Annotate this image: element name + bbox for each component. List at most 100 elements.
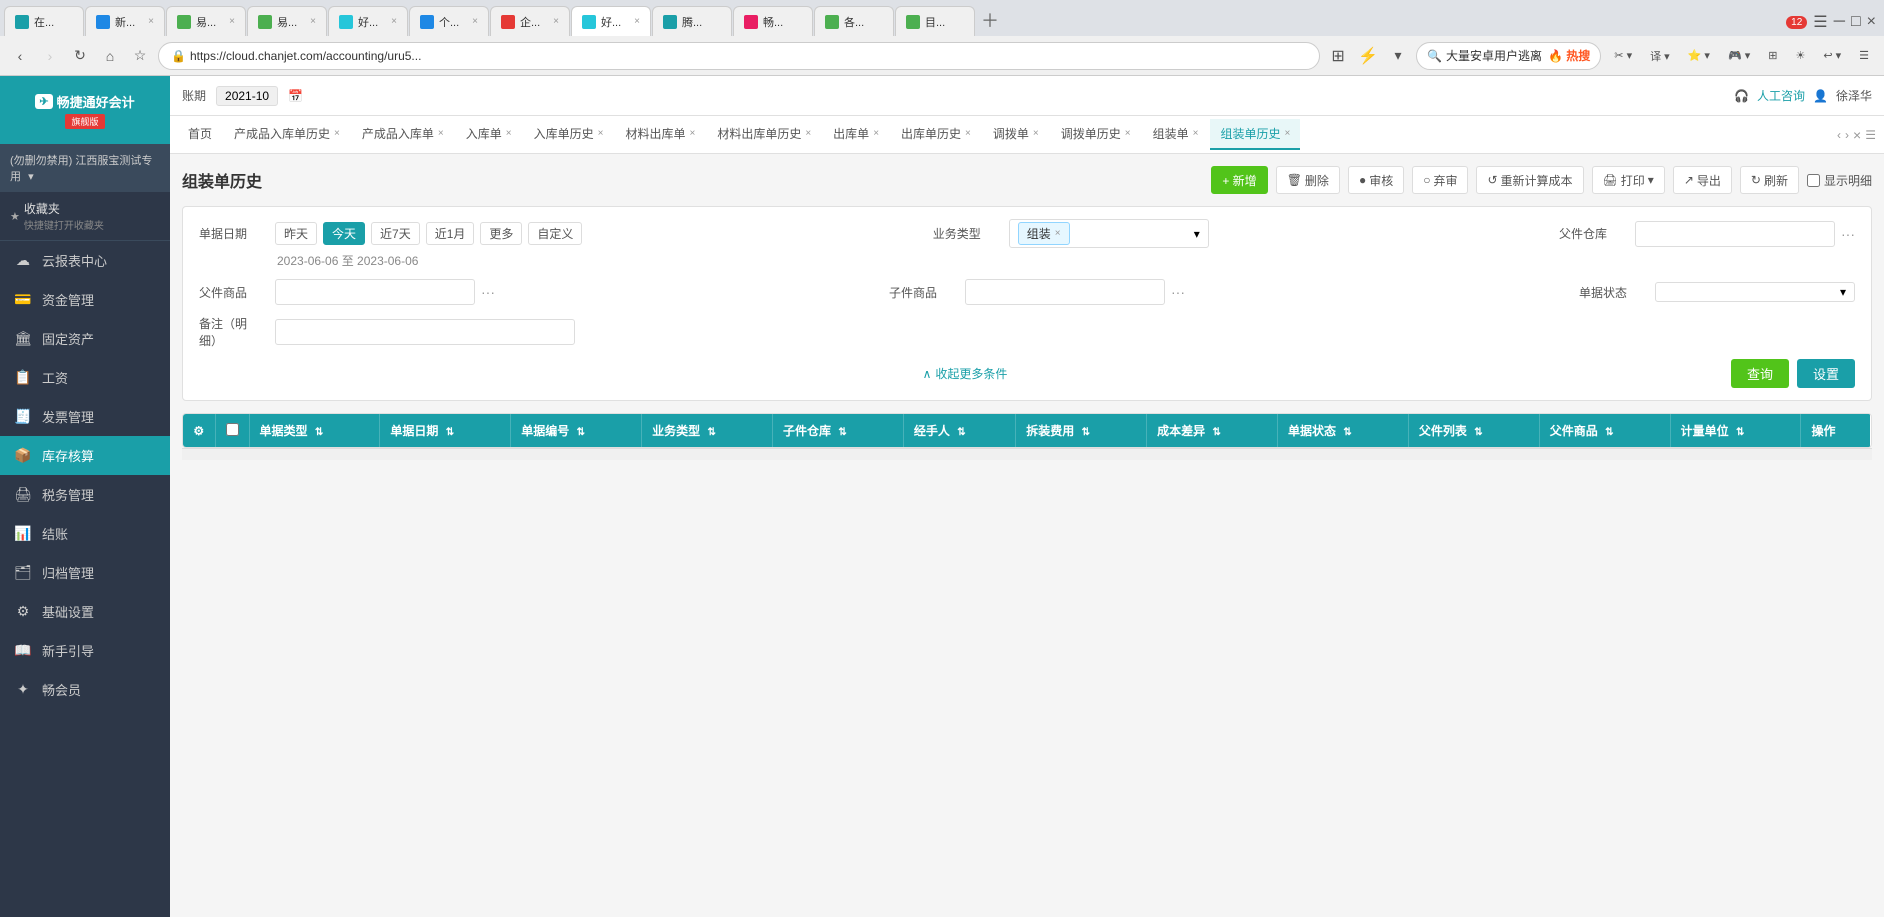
th-handler[interactable]: 经手人 ⇅ [903,414,1015,447]
th-bill-no[interactable]: 单据编号 ⇅ [511,414,642,447]
sidebar-item-vip[interactable]: ✦ 畅会员 [0,670,170,709]
th-settings[interactable]: ⚙ [183,414,215,447]
search-box[interactable]: 🔍 大量安卓用户逃离 🔥 热搜 [1416,42,1601,70]
calendar-icon[interactable]: 📅 [288,89,303,103]
tab-4[interactable]: 易... × [247,6,327,36]
nav-tab-out-order[interactable]: 出库单 × [823,119,889,150]
nav-tab-material-out-history[interactable]: 材料出库单历史 × [707,119,821,150]
sidebar-item-tax[interactable]: 🖨 税务管理 [0,475,170,514]
nav-tab-close-transfer-history[interactable]: × [1125,128,1131,139]
tab-menu-icon[interactable]: ☰ [1865,128,1876,142]
bookmark-button[interactable]: ☆ [128,44,152,68]
sidebar-item-settings[interactable]: ⚙ 基础设置 [0,592,170,631]
tab-close-3[interactable]: × [229,16,235,27]
tab-next-icon[interactable]: › [1845,128,1849,142]
nav-tab-close-material-out-history[interactable]: × [805,128,811,139]
query-button[interactable]: 查询 [1731,359,1789,388]
date-more-btn[interactable]: 更多 [480,222,522,245]
show-detail-checkbox[interactable] [1807,174,1820,187]
refresh-button[interactable]: ↻ [68,44,92,68]
date-yesterday-btn[interactable]: 昨天 [275,222,317,245]
th-unit[interactable]: 计量单位 ⇅ [1670,414,1801,447]
undo-btn[interactable]: ↩ ▾ [1816,46,1848,65]
print-button[interactable]: 🖨 打印 ▾ [1592,166,1665,194]
dropdown-icon[interactable]: ▾ [1386,44,1410,68]
browser-menu-icon[interactable]: ☰ [1813,12,1827,32]
sidebar-item-fixed-assets[interactable]: 🏛 固定资产 [0,319,170,358]
sidebar-item-payroll[interactable]: 📋 工资 [0,358,170,397]
back-button[interactable]: ‹ [8,44,32,68]
translate-btn[interactable]: 译 ▾ [1643,45,1677,67]
new-button[interactable]: + 新增 [1211,166,1267,194]
sidebar-item-settlement[interactable]: 📊 结账 [0,514,170,553]
address-bar[interactable]: 🔒 https://cloud.chanjet.com/accounting/u… [158,42,1320,70]
sidebar-item-archive[interactable]: 🗂 归档管理 [0,553,170,592]
new-tab-button[interactable]: ＋ [976,6,1004,34]
business-type-input-wrapper[interactable]: 组装 × ▾ [1009,219,1209,248]
game-btn[interactable]: 🎮 ▾ [1721,46,1757,65]
minimize-icon[interactable]: ─ [1834,13,1845,31]
tab-close-4[interactable]: × [310,16,316,27]
nav-tab-assembly-history[interactable]: 组装单历史 × [1210,119,1300,150]
filter-settings-button[interactable]: 设置 [1797,359,1855,388]
collapse-button[interactable]: ∧ 收起更多条件 [923,359,1008,388]
nav-tab-product-in-history[interactable]: 产成品入库单历史 × [224,119,350,150]
date-1month-btn[interactable]: 近1月 [426,222,475,245]
nav-tab-close-product-in[interactable]: × [438,128,444,139]
nav-tab-close-assembly[interactable]: × [1193,128,1199,139]
sidebar-logo[interactable]: ✈ 畅捷通好会计 旗舰版 [0,76,170,144]
sun-btn[interactable]: ☀ [1788,46,1812,65]
recalculate-button[interactable]: ↺ 重新计算成本 [1476,166,1583,194]
select-all-checkbox[interactable] [226,423,239,436]
th-checkbox[interactable] [215,414,249,447]
tab-7[interactable]: 企... × [490,6,570,36]
th-child-warehouse[interactable]: 子件仓库 ⇅ [773,414,904,447]
parent-warehouse-dots[interactable]: ··· [1841,226,1855,242]
lightning-icon[interactable]: ⚡ [1356,44,1380,68]
tab-2[interactable]: 新... × [85,6,165,36]
tab-close-8[interactable]: × [634,16,640,27]
th-cost-diff[interactable]: 成本差异 ⇅ [1147,414,1278,447]
sidebar-company[interactable]: (勿删勿禁用) 江西服宝测试专用 ▾ [0,144,170,192]
maximize-icon[interactable]: □ [1851,13,1861,31]
tab-6[interactable]: 个... × [409,6,489,36]
parent-goods-input[interactable] [275,279,475,305]
parent-warehouse-input[interactable] [1635,221,1835,247]
nav-tab-in-order-history[interactable]: 入库单历史 × [524,119,614,150]
tab-prev-icon[interactable]: ‹ [1837,128,1841,142]
tab-close-7[interactable]: × [553,16,559,27]
nav-tab-in-order[interactable]: 入库单 × [456,119,522,150]
nav-tab-transfer-history[interactable]: 调拨单历史 × [1051,119,1141,150]
tab-10[interactable]: 畅... [733,6,813,36]
export-button[interactable]: ↗ 导出 [1673,166,1732,194]
grid-btn[interactable]: ⊞ [1761,46,1784,65]
refresh-page-button[interactable]: ↻ 刷新 [1740,166,1799,194]
th-disassemble-fee[interactable]: 拆装费用 ⇅ [1016,414,1147,447]
nav-tab-close-out-order[interactable]: × [873,128,879,139]
nav-tab-close-in-order[interactable]: × [506,128,512,139]
sidebar-item-guide[interactable]: 📖 新手引导 [0,631,170,670]
abandon-button[interactable]: ○ 弃审 [1412,166,1468,194]
nav-tab-close-product-in-history[interactable]: × [334,128,340,139]
child-goods-input[interactable] [965,279,1165,305]
nav-tab-close-transfer[interactable]: × [1033,128,1039,139]
th-bill-date[interactable]: 单据日期 ⇅ [380,414,511,447]
nav-tab-close-material-out[interactable]: × [689,128,695,139]
parent-goods-dots[interactable]: ··· [481,284,495,300]
forward-button[interactable]: › [38,44,62,68]
th-bill-type[interactable]: 单据类型 ⇅ [249,414,380,447]
star-btn[interactable]: ⭐ ▾ [1681,46,1717,65]
sidebar-item-cloud-report[interactable]: ☁ 云报表中心 [0,241,170,280]
nav-tab-product-in[interactable]: 产成品入库单 × [352,119,454,150]
nav-tab-close-assembly-history[interactable]: × [1284,128,1290,139]
tab-8[interactable]: 好... × [571,6,651,36]
customer-service-label[interactable]: 人工咨询 [1757,87,1805,104]
date-custom-btn[interactable]: 自定义 [528,222,582,245]
period-value[interactable]: 2021-10 [216,86,278,106]
nav-tab-transfer[interactable]: 调拨单 × [983,119,1049,150]
home-button[interactable]: ⌂ [98,44,122,68]
tab-close-2[interactable]: × [148,16,154,27]
bill-status-wrapper[interactable]: ▾ [1655,282,1855,302]
qr-icon[interactable]: ⊞ [1326,44,1350,68]
tab-close-6[interactable]: × [472,16,478,27]
